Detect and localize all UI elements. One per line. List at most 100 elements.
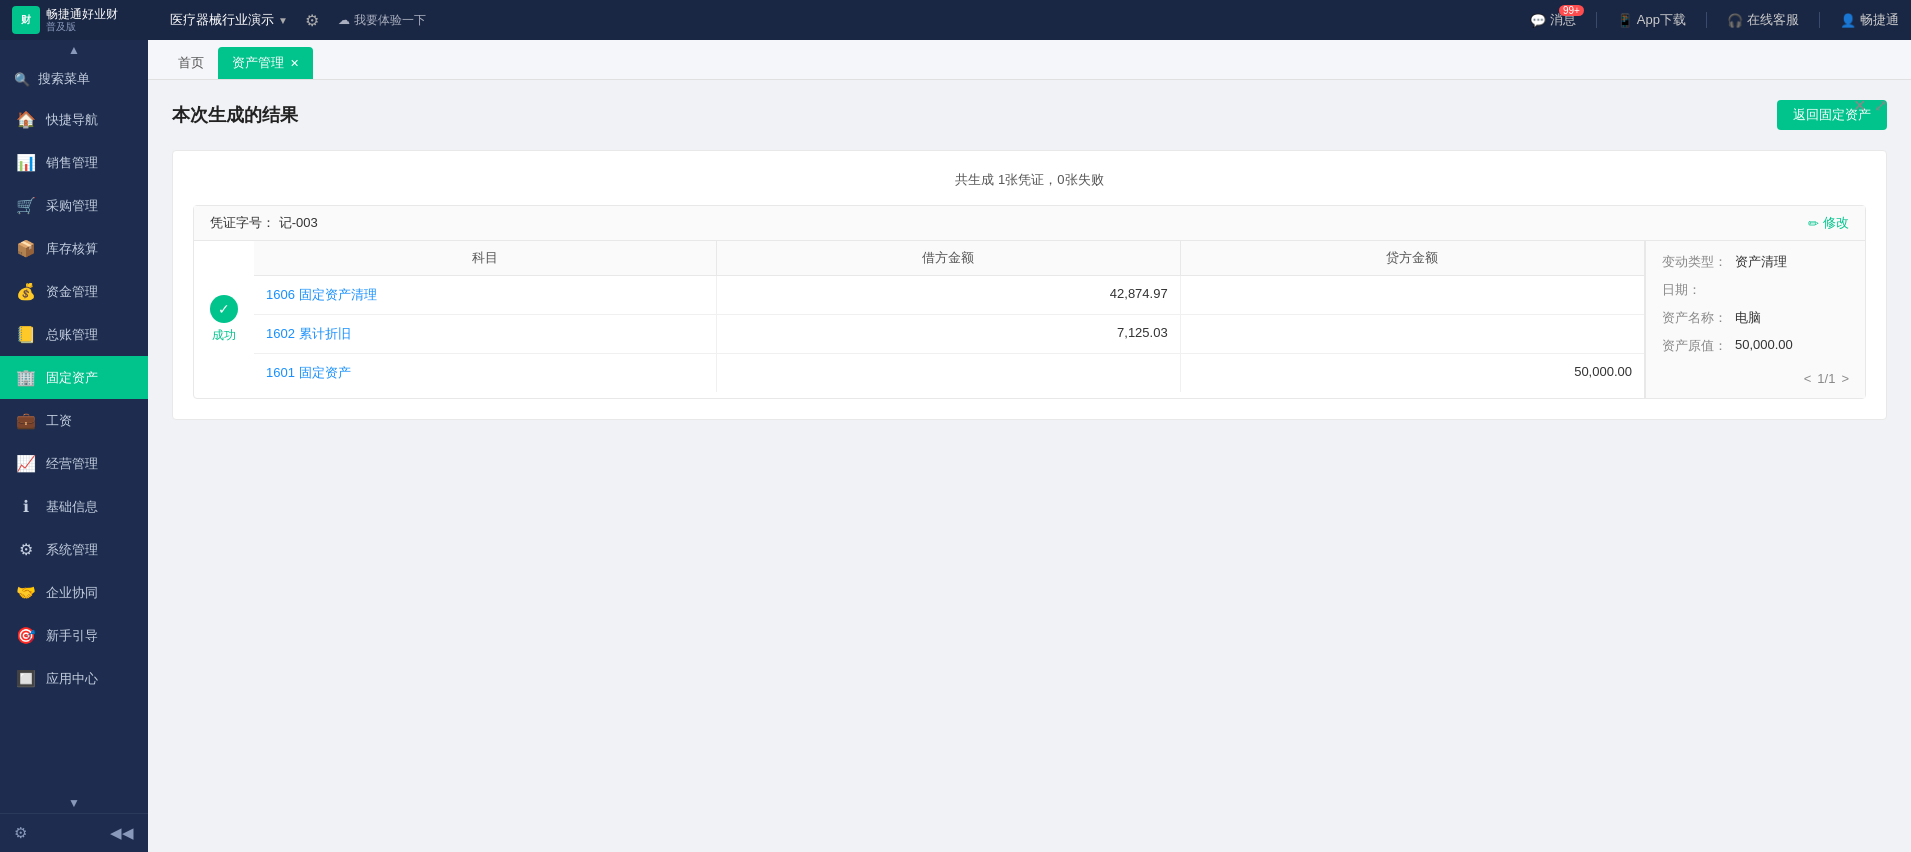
info-row-asset-name: 资产名称： 电脑 bbox=[1662, 309, 1849, 327]
sidebar-scroll-down[interactable]: ▼ bbox=[0, 793, 148, 813]
row2-subject: 1602 累计折旧 bbox=[254, 315, 717, 353]
prev-page-button[interactable]: < bbox=[1804, 371, 1812, 386]
content-area: 首页 资产管理 ✕ 本次生成的结果 返回固定资产 共生成 1张凭证，0张失败 bbox=[148, 40, 1911, 852]
result-summary: 共生成 1张凭证，0张失败 bbox=[193, 171, 1866, 189]
sidebar-label-app-center: 应用中心 bbox=[46, 670, 98, 688]
operations-icon: 📈 bbox=[16, 454, 36, 473]
sidebar-settings-icon[interactable]: ⚙ bbox=[14, 824, 27, 842]
tab-home[interactable]: 首页 bbox=[164, 47, 218, 79]
search-icon: 🔍 bbox=[14, 72, 30, 87]
col-subject: 科目 bbox=[254, 241, 717, 275]
sidebar-item-app-center[interactable]: 🔲 应用中心 bbox=[0, 657, 148, 700]
edit-label: 修改 bbox=[1823, 214, 1849, 232]
type-label: 变动类型： bbox=[1662, 253, 1727, 271]
asset-name-label: 资产名称： bbox=[1662, 309, 1727, 327]
company-dropdown-icon: ▼ bbox=[278, 15, 288, 26]
sidebar-item-basic-info[interactable]: ℹ 基础信息 bbox=[0, 485, 148, 528]
sidebar-item-operations[interactable]: 📈 经营管理 bbox=[0, 442, 148, 485]
voucher-number-value: 记-003 bbox=[279, 215, 318, 230]
tab-asset-mgmt-label: 资产管理 bbox=[232, 54, 284, 72]
user-icon: 👤 bbox=[1840, 13, 1856, 28]
header-divider-2 bbox=[1706, 12, 1707, 28]
sidebar-label-basic-info: 基础信息 bbox=[46, 498, 98, 516]
sidebar-bottom: ⚙ ◀◀ bbox=[0, 813, 148, 852]
row1-credit bbox=[1181, 276, 1644, 314]
voucher-section: 凭证字号： 记-003 ✏ 修改 ✓ 成功 bbox=[193, 205, 1866, 399]
sidebar-label-ledger: 总账管理 bbox=[46, 326, 98, 344]
experience-button[interactable]: ☁ 我要体验一下 bbox=[338, 12, 426, 29]
page-title-row: 本次生成的结果 返回固定资产 bbox=[172, 100, 1887, 130]
experience-label: 我要体验一下 bbox=[354, 12, 426, 29]
sidebar-item-search[interactable]: 🔍 搜索菜单 bbox=[0, 60, 148, 98]
info-row-date: 日期： bbox=[1662, 281, 1849, 299]
sidebar-item-funds[interactable]: 💰 资金管理 bbox=[0, 270, 148, 313]
funds-icon: 💰 bbox=[16, 282, 36, 301]
sidebar-item-sales[interactable]: 📊 销售管理 bbox=[0, 141, 148, 184]
sidebar-item-quick-nav[interactable]: 🏠 快捷导航 bbox=[0, 98, 148, 141]
sidebar-label-funds: 资金管理 bbox=[46, 283, 98, 301]
sidebar-item-fixed-assets[interactable]: 🏢 固定资产 bbox=[0, 356, 148, 399]
edit-icon: ✏ bbox=[1808, 216, 1819, 231]
sidebar-label-purchase: 采购管理 bbox=[46, 197, 98, 215]
pagination: < 1/1 > bbox=[1662, 371, 1849, 386]
tab-bar: 首页 资产管理 ✕ bbox=[148, 40, 1911, 80]
sidebar-item-system[interactable]: ⚙ 系统管理 bbox=[0, 528, 148, 571]
quick-nav-icon: 🏠 bbox=[16, 110, 36, 129]
sidebar-label-search: 搜索菜单 bbox=[38, 70, 90, 88]
guide-icon: 🎯 bbox=[16, 626, 36, 645]
enterprise-icon: 🤝 bbox=[16, 583, 36, 602]
sidebar-item-inventory[interactable]: 📦 库存核算 bbox=[0, 227, 148, 270]
fixed-assets-icon: 🏢 bbox=[16, 368, 36, 387]
close-panel-button[interactable]: ✕ bbox=[1853, 96, 1866, 115]
col-credit: 贷方金额 bbox=[1181, 241, 1644, 275]
sidebar-scroll: 🔍 搜索菜单 🏠 快捷导航 📊 销售管理 🛒 采购管理 📦 库存核算 💰 bbox=[0, 60, 148, 793]
row3-credit: 50,000.00 bbox=[1181, 354, 1644, 392]
sidebar-item-guide[interactable]: 🎯 新手引导 bbox=[0, 614, 148, 657]
sidebar-item-purchase[interactable]: 🛒 采购管理 bbox=[0, 184, 148, 227]
sidebar-label-quick-nav: 快捷导航 bbox=[46, 111, 98, 129]
sidebar-label-guide: 新手引导 bbox=[46, 627, 98, 645]
sidebar-scroll-up[interactable]: ▲ bbox=[0, 40, 148, 60]
header-divider-3 bbox=[1819, 12, 1820, 28]
edit-button[interactable]: ✏ 修改 bbox=[1808, 214, 1849, 232]
success-text: 成功 bbox=[212, 327, 236, 344]
service-icon: 🎧 bbox=[1727, 13, 1743, 28]
app-download-button[interactable]: 📱 App下载 bbox=[1617, 11, 1686, 29]
sidebar-label-operations: 经营管理 bbox=[46, 455, 98, 473]
header-settings-icon[interactable]: ⚙ bbox=[298, 6, 326, 34]
row1-debit: 42,874.97 bbox=[717, 276, 1180, 314]
sidebar-item-payroll[interactable]: 💼 工资 bbox=[0, 399, 148, 442]
tab-home-label: 首页 bbox=[178, 54, 204, 72]
experience-icon: ☁ bbox=[338, 13, 350, 27]
page-content: 本次生成的结果 返回固定资产 共生成 1张凭证，0张失败 凭证字号： 记-003 bbox=[148, 80, 1911, 852]
date-label: 日期： bbox=[1662, 281, 1701, 299]
sidebar-label-system: 系统管理 bbox=[46, 541, 98, 559]
sidebar-collapse-icon[interactable]: ◀◀ bbox=[110, 824, 134, 842]
tab-close-icon[interactable]: ✕ bbox=[290, 57, 299, 70]
main-layout: ▲ 🔍 搜索菜单 🏠 快捷导航 📊 销售管理 🛒 采购管理 📦 库存核算 bbox=[0, 40, 1911, 852]
expand-panel-button[interactable]: ⤢ bbox=[1874, 96, 1887, 115]
table-row: 1602 累计折旧 7,125.03 bbox=[254, 315, 1644, 354]
voucher-number: 凭证字号： 记-003 bbox=[210, 214, 318, 232]
sidebar-item-ledger[interactable]: 📒 总账管理 bbox=[0, 313, 148, 356]
right-info-panel: 变动类型： 资产清理 日期： 资产名称： 电脑 bbox=[1645, 241, 1865, 398]
company-name: 医疗器械行业演示 bbox=[170, 11, 274, 29]
table-row: 1601 固定资产 50,000.00 bbox=[254, 354, 1644, 392]
user-avatar[interactable]: 👤 畅捷通 bbox=[1840, 11, 1899, 29]
original-value-label: 资产原值： bbox=[1662, 337, 1727, 355]
row3-debit bbox=[717, 354, 1180, 392]
payroll-icon: 💼 bbox=[16, 411, 36, 430]
message-icon: 💬 bbox=[1530, 13, 1546, 28]
sidebar-item-enterprise[interactable]: 🤝 企业协同 bbox=[0, 571, 148, 614]
header-right: 💬 消息 99+ 📱 App下载 🎧 在线客服 👤 畅捷通 bbox=[1530, 11, 1899, 29]
logo-icon: 财 bbox=[12, 6, 40, 34]
tab-asset-mgmt[interactable]: 资产管理 ✕ bbox=[218, 47, 313, 79]
message-button[interactable]: 💬 消息 99+ bbox=[1530, 11, 1576, 29]
message-badge: 99+ bbox=[1559, 5, 1584, 16]
company-selector[interactable]: 医疗器械行业演示 ▼ bbox=[170, 11, 288, 29]
table-row: 1606 固定资产清理 42,874.97 bbox=[254, 276, 1644, 315]
online-service-button[interactable]: 🎧 在线客服 bbox=[1727, 11, 1799, 29]
info-row-type: 变动类型： 资产清理 bbox=[1662, 253, 1849, 271]
page-title: 本次生成的结果 bbox=[172, 103, 298, 127]
next-page-button[interactable]: > bbox=[1841, 371, 1849, 386]
